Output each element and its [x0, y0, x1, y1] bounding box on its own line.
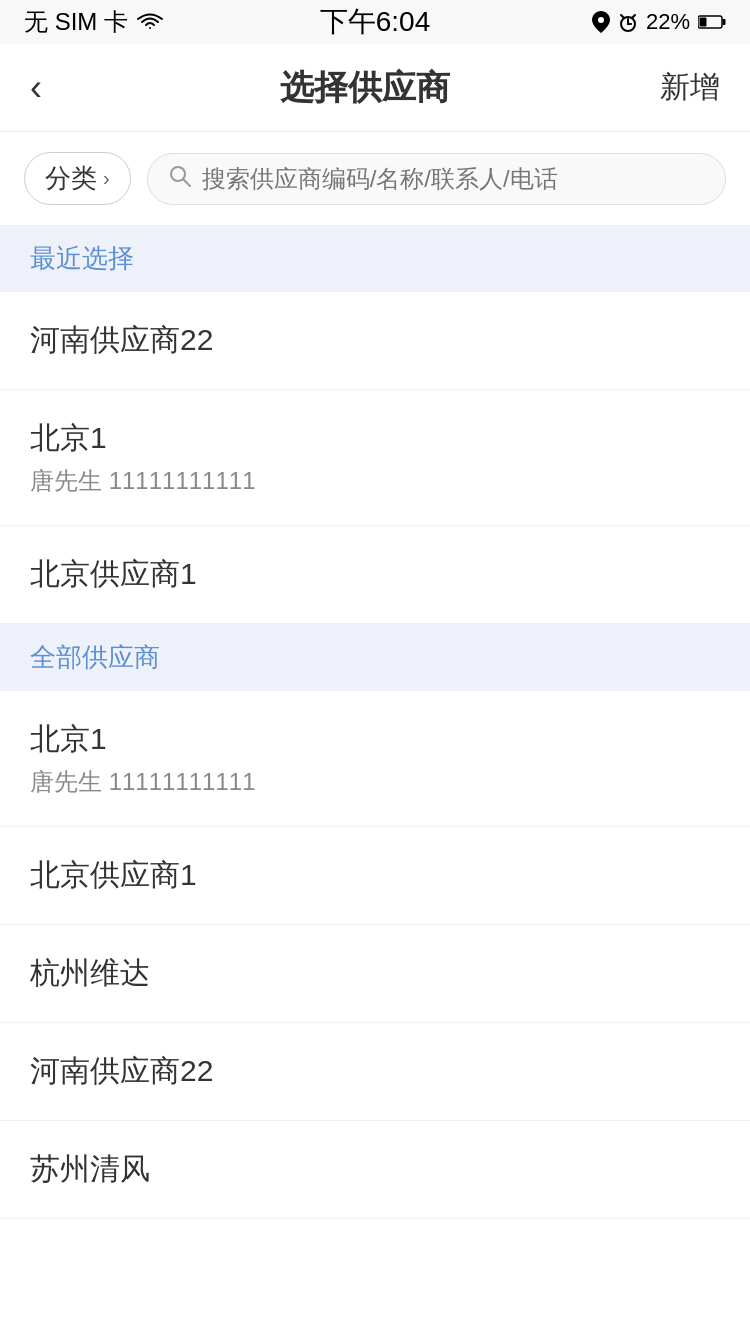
category-filter[interactable]: 分类 ›: [24, 152, 131, 205]
chevron-right-icon: ›: [103, 167, 110, 190]
status-bar: 无 SIM 卡 下午6:04 22%: [0, 0, 750, 44]
location-icon: [592, 11, 610, 33]
wifi-icon: [136, 12, 164, 32]
list-item[interactable]: 北京1 唐先生 11111111111: [0, 691, 750, 827]
svg-point-0: [598, 17, 604, 23]
recent-section-label: 最近选择: [30, 243, 134, 273]
item-name: 苏州清风: [30, 1149, 720, 1190]
list-item[interactable]: 苏州清风: [0, 1121, 750, 1219]
list-item[interactable]: 河南供应商22: [0, 1023, 750, 1121]
recent-section-header: 最近选择: [0, 225, 750, 292]
page-title: 选择供应商: [90, 65, 640, 111]
nav-bar: ‹ 选择供应商 新增: [0, 44, 750, 132]
svg-rect-4: [700, 18, 707, 27]
item-name: 北京1: [30, 719, 720, 760]
item-name: 河南供应商22: [30, 1051, 720, 1092]
status-right: 22%: [592, 9, 726, 35]
search-input[interactable]: [202, 165, 705, 193]
list-item[interactable]: 北京供应商1: [0, 827, 750, 925]
filter-bar: 分类 ›: [0, 132, 750, 225]
battery-icon: [698, 15, 726, 29]
list-item[interactable]: 河南供应商22: [0, 292, 750, 390]
search-box: [147, 153, 726, 205]
item-name: 北京供应商1: [30, 554, 720, 595]
item-name: 杭州维达: [30, 953, 720, 994]
svg-line-6: [183, 179, 190, 186]
item-name: 河南供应商22: [30, 320, 720, 361]
all-list: 北京1 唐先生 11111111111 北京供应商1 杭州维达 河南供应商22 …: [0, 691, 750, 1219]
add-button[interactable]: 新增: [640, 67, 720, 108]
battery-percent: 22%: [646, 9, 690, 35]
search-icon: [168, 164, 192, 194]
item-name: 北京供应商1: [30, 855, 720, 896]
svg-rect-3: [723, 19, 726, 25]
back-button[interactable]: ‹: [30, 67, 90, 109]
item-contact: 唐先生 11111111111: [30, 766, 720, 798]
all-section-label: 全部供应商: [30, 642, 160, 672]
carrier-label: 无 SIM 卡: [24, 6, 128, 38]
item-name: 北京1: [30, 418, 720, 459]
category-label: 分类: [45, 161, 97, 196]
status-time: 下午6:04: [320, 3, 431, 41]
alarm-icon: [618, 11, 638, 33]
list-item[interactable]: 北京1 唐先生 11111111111: [0, 390, 750, 526]
list-item[interactable]: 北京供应商1: [0, 526, 750, 624]
status-left: 无 SIM 卡: [24, 6, 164, 38]
item-contact: 唐先生 11111111111: [30, 465, 720, 497]
all-section-header: 全部供应商: [0, 624, 750, 691]
list-item[interactable]: 杭州维达: [0, 925, 750, 1023]
recent-list: 河南供应商22 北京1 唐先生 11111111111 北京供应商1: [0, 292, 750, 624]
